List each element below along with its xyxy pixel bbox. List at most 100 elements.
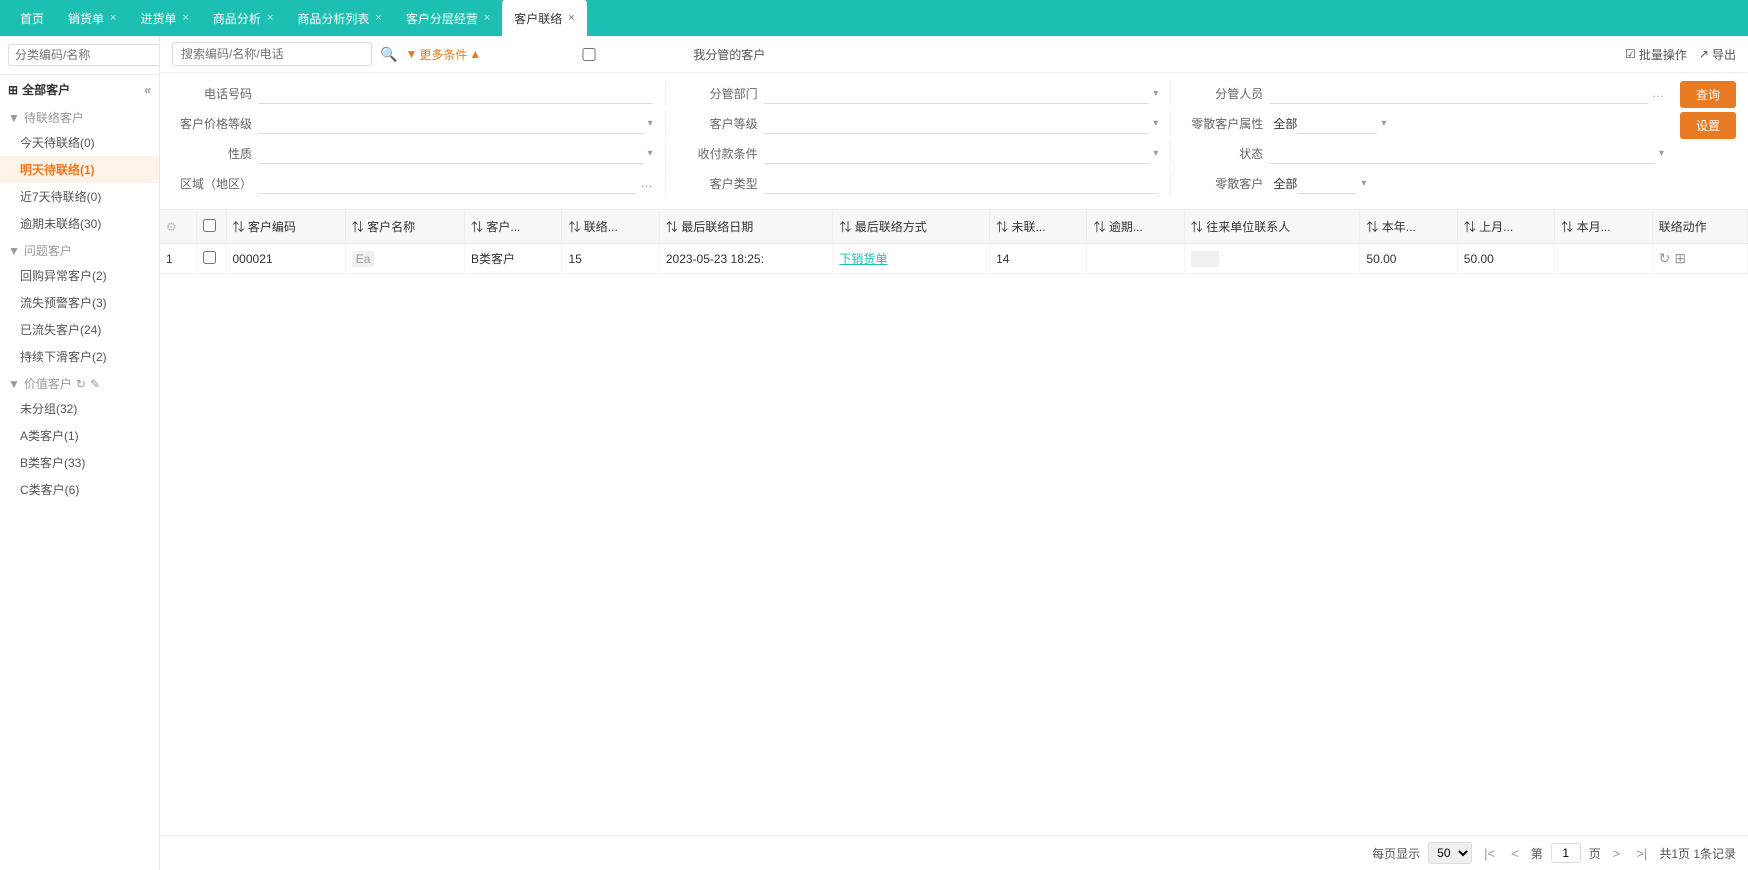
- th-overdue: ⇅ 逾期...: [1087, 210, 1184, 244]
- filter-bar: 🔍 ▼ 更多条件 ▲ 我分管的客户 ☑ 批量操作 ↗ 导出: [160, 36, 1748, 73]
- main-content: 🔍 ▼ 更多条件 ▲ 我分管的客户 ☑ 批量操作 ↗ 导出: [160, 36, 1748, 870]
- sort-icon[interactable]: ⇅: [1191, 220, 1203, 234]
- close-icon[interactable]: ×: [182, 12, 188, 24]
- sidebar-item-overdue-contact[interactable]: 逾期未联络(30): [0, 210, 159, 237]
- sidebar-item-repurchase-abnormal[interactable]: 回购异常客户(2): [0, 262, 159, 289]
- edit-icon[interactable]: ✎: [90, 377, 100, 391]
- export-button[interactable]: ↗ 导出: [1699, 46, 1736, 63]
- sidebar-all-customers[interactable]: ⊞ 全部客户 «: [0, 75, 159, 104]
- region-input[interactable]: [258, 173, 637, 194]
- retail-customer-input[interactable]: [1297, 173, 1357, 194]
- next-page-button[interactable]: >: [1609, 844, 1625, 863]
- nav-product-analysis-list[interactable]: 商品分析列表 ×: [285, 0, 393, 36]
- more-icon[interactable]: …: [641, 176, 653, 190]
- dept-input[interactable]: [764, 83, 1150, 104]
- sort-icon[interactable]: ⇅: [666, 220, 678, 234]
- sidebar-item-declining[interactable]: 持续下滑客户(2): [0, 343, 159, 370]
- close-icon[interactable]: ×: [484, 12, 490, 24]
- chevron-down-icon[interactable]: ▾: [1381, 118, 1386, 129]
- phone-input[interactable]: [258, 83, 653, 104]
- batch-operation-button[interactable]: ☑ 批量操作: [1625, 46, 1687, 63]
- sidebar-item-churned[interactable]: 已流失客户(24): [0, 316, 159, 343]
- sidebar-item-class-b[interactable]: B类客户(33): [0, 449, 159, 476]
- first-page-button[interactable]: |<: [1480, 844, 1499, 863]
- sidebar-item-tomorrow-contact[interactable]: 明天待联络(1): [0, 156, 159, 183]
- nav-sales-order[interactable]: 销货单 ×: [56, 0, 128, 36]
- page-size-select[interactable]: 50: [1428, 842, 1472, 864]
- sidebar-item-churn-warning[interactable]: 流失预警客户(3): [0, 289, 159, 316]
- sort-icon[interactable]: ⇅: [1561, 220, 1573, 234]
- sidebar-item-ungrouped[interactable]: 未分组(32): [0, 395, 159, 422]
- nav-purchase-order[interactable]: 进货单 ×: [128, 0, 200, 36]
- chevron-down-icon[interactable]: ▾: [1153, 118, 1158, 129]
- last-method-link[interactable]: 下销货单: [839, 252, 887, 266]
- nav-customer-layered[interactable]: 客户分层经营 ×: [394, 0, 502, 36]
- query-button[interactable]: 查询: [1680, 81, 1736, 108]
- chevron-down-icon[interactable]: ▾: [648, 148, 653, 159]
- settings-icon[interactable]: ⚙: [166, 220, 177, 234]
- last-page-button[interactable]: >|: [1632, 844, 1651, 863]
- chevron-down-icon[interactable]: ▾: [1153, 148, 1158, 159]
- th-code: ⇅ 客户编码: [226, 210, 345, 244]
- sort-icon[interactable]: ⇅: [839, 220, 851, 234]
- th-settings: ⚙: [160, 210, 196, 244]
- my-customers-checkbox[interactable]: 我分管的客户: [489, 46, 765, 63]
- row-checkbox[interactable]: [203, 251, 216, 264]
- contact-icon[interactable]: ↻: [1659, 250, 1671, 267]
- prev-page-button[interactable]: <: [1507, 844, 1523, 863]
- sort-icon[interactable]: ⇅: [996, 220, 1008, 234]
- filter-customer-level: 客户等级 ▾: [678, 113, 1159, 134]
- close-icon[interactable]: ×: [267, 12, 273, 24]
- sort-icon[interactable]: ⇅: [1464, 220, 1476, 234]
- customer-level-input[interactable]: [764, 113, 1150, 134]
- nav-product-analysis[interactable]: 商品分析 ×: [201, 0, 285, 36]
- my-customers-check[interactable]: [489, 48, 689, 61]
- price-level-input[interactable]: [258, 113, 644, 134]
- more-icon[interactable]: …: [1652, 86, 1664, 100]
- sort-icon[interactable]: ⇅: [471, 220, 483, 234]
- select-all-checkbox[interactable]: [203, 219, 216, 232]
- sidebar-item-7days-contact[interactable]: 近7天待联络(0): [0, 183, 159, 210]
- refresh-icon[interactable]: ↻: [76, 377, 86, 391]
- nav-home[interactable]: 首页: [8, 0, 56, 36]
- sort-icon[interactable]: ⇅: [1093, 220, 1105, 234]
- right-actions: ☑ 批量操作 ↗ 导出: [1625, 46, 1736, 63]
- td-action: ↻ ⊞: [1652, 244, 1747, 274]
- sidebar-item-class-c[interactable]: C类客户(6): [0, 476, 159, 503]
- sort-icon[interactable]: ⇅: [1366, 220, 1378, 234]
- customer-type-input[interactable]: [764, 173, 1159, 194]
- sort-icon[interactable]: ⇅: [233, 220, 245, 234]
- sort-icon[interactable]: ⇅: [352, 220, 364, 234]
- sidebar-item-today-contact[interactable]: 今天待联络(0): [0, 129, 159, 156]
- filter-price-level: 客户价格等级 ▾: [172, 113, 653, 134]
- page-input[interactable]: [1551, 843, 1581, 863]
- person-input[interactable]: [1269, 83, 1648, 104]
- close-icon[interactable]: ×: [375, 12, 381, 24]
- sort-icon[interactable]: ⇅: [568, 220, 580, 234]
- td-this-month: [1555, 244, 1652, 274]
- sidebar-item-class-a[interactable]: A类客户(1): [0, 422, 159, 449]
- td-this-year: 50.00: [1360, 244, 1457, 274]
- retail-attr-input[interactable]: [1297, 113, 1377, 134]
- sidebar-search-input[interactable]: [8, 44, 160, 66]
- more-filter-button[interactable]: ▼ 更多条件 ▲: [405, 46, 481, 63]
- status-input[interactable]: [1269, 143, 1655, 164]
- search-icon[interactable]: 🔍: [380, 46, 397, 63]
- chevron-down-icon[interactable]: ▾: [1153, 88, 1158, 99]
- search-input[interactable]: [172, 42, 372, 66]
- th-last-month: ⇅ 上月...: [1457, 210, 1554, 244]
- set-button[interactable]: 设置: [1680, 112, 1736, 139]
- td-code: 000021: [226, 244, 345, 274]
- nav-customer-contact[interactable]: 客户联络 ×: [502, 0, 586, 36]
- nature-input[interactable]: [258, 143, 644, 164]
- chevron-down-icon[interactable]: ▾: [1659, 148, 1664, 159]
- chevron-down-icon[interactable]: ▾: [648, 118, 653, 129]
- collapse-icon[interactable]: «: [144, 83, 151, 97]
- chevron-down-icon[interactable]: ▾: [1361, 178, 1366, 189]
- filter-phone: 电话号码: [172, 83, 653, 104]
- payment-input[interactable]: [764, 143, 1150, 164]
- close-icon[interactable]: ×: [568, 12, 574, 24]
- close-icon[interactable]: ×: [110, 12, 116, 24]
- filter-status: 状态 ▾: [1183, 143, 1664, 164]
- detail-icon[interactable]: ⊞: [1674, 250, 1686, 267]
